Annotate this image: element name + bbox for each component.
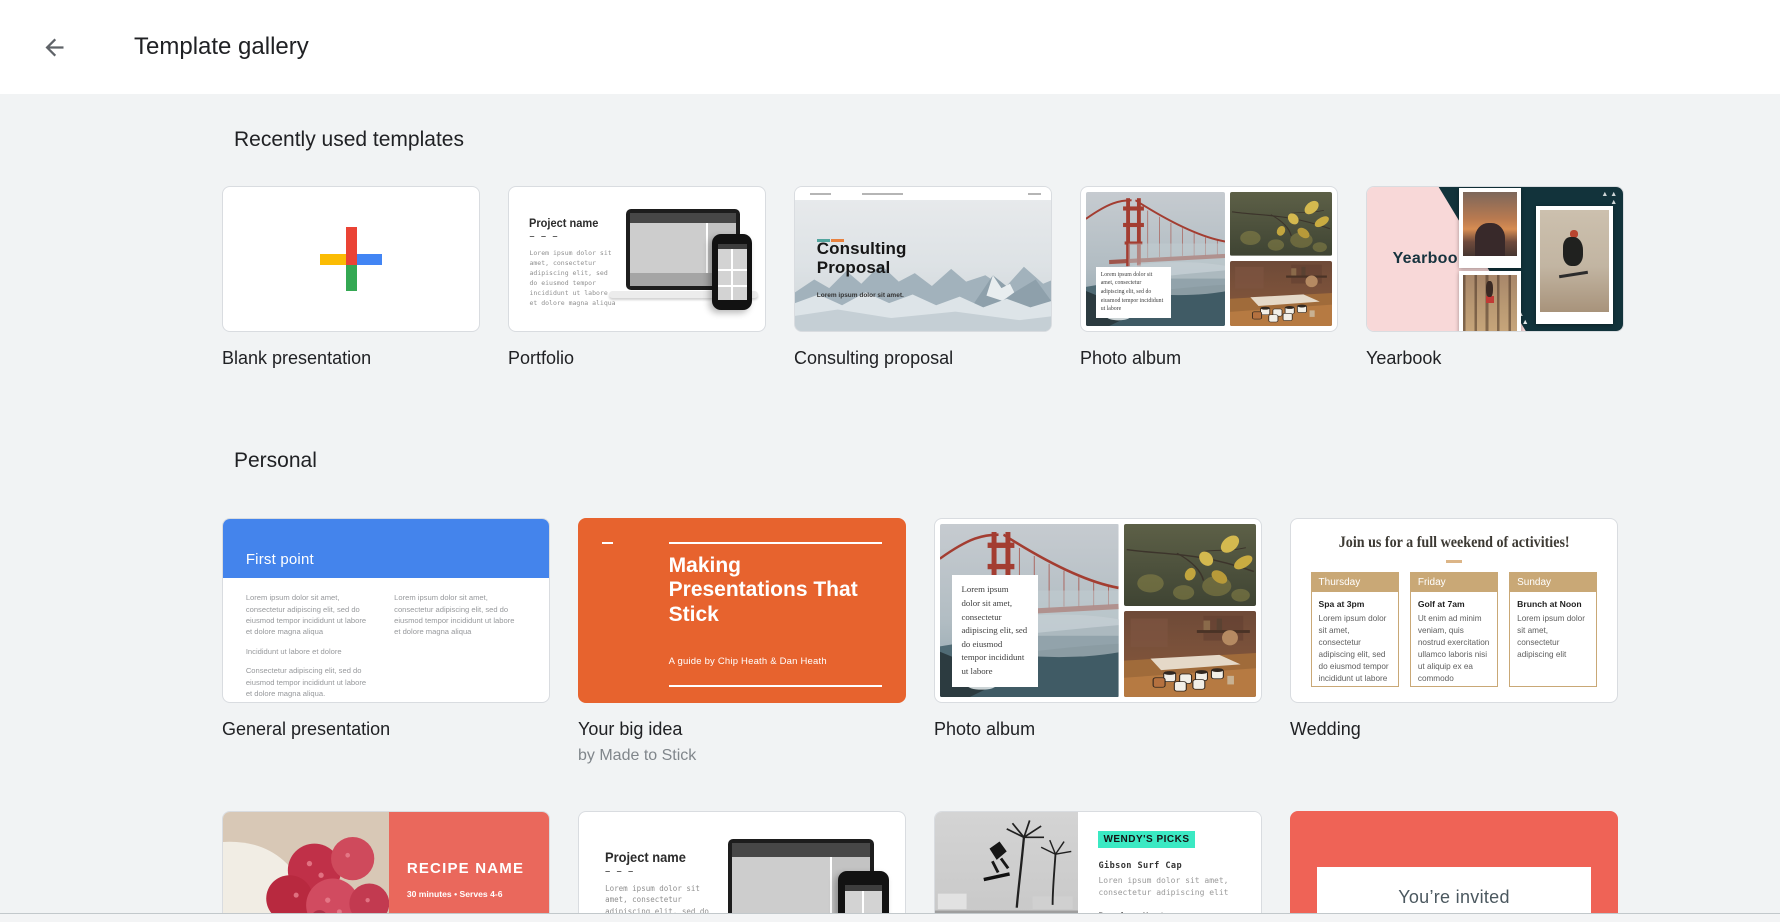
wedding-day-column: Friday Golf at 7am Ut enim ad minim veni… bbox=[1409, 572, 1499, 688]
page-title: Template gallery bbox=[134, 33, 309, 60]
template-label: Portfolio bbox=[508, 348, 575, 368]
template-item-blank-presentation: Blank presentation bbox=[222, 186, 480, 369]
template-item-portfolio-2: Project name – – – Lorem ipsum dolor sit… bbox=[578, 811, 906, 922]
template-card-portfolio-2[interactable]: Project name – – – Lorem ipsum dolor sit… bbox=[578, 811, 906, 922]
portfolio-text-block: Project name – – – Lorem ipsum dolor sit… bbox=[529, 215, 616, 308]
template-item-wedding: Join us for a full weekend of activities… bbox=[1290, 518, 1618, 765]
photo-caption: Lorem ipsum dolor sit amet, consectetur … bbox=[952, 575, 1039, 687]
template-item-photo-album-personal: Lorem ipsum dolor sit amet, consectetur … bbox=[934, 518, 1262, 765]
template-card-consulting-proposal[interactable]: Consulting Proposal Lorem ipsum dolor si… bbox=[794, 186, 1052, 332]
template-item-portfolio: Project name – – – Lorem ipsum dolor sit… bbox=[508, 186, 766, 369]
portfolio-text-block: Project name – – – Lorem ipsum dolor sit… bbox=[605, 848, 709, 922]
template-card-general-presentation[interactable]: First point Lorem ipsum dolor sit amet, … bbox=[222, 518, 550, 703]
slide-subtitle: Lorem ipsum dolor sit amet. bbox=[816, 292, 904, 300]
polaroid-photo-handstand bbox=[1459, 270, 1521, 331]
section-heading-personal: Personal bbox=[234, 449, 317, 472]
section-heading-recently-used: Recently used templates bbox=[234, 128, 464, 151]
template-item-invitation: You’re invited bbox=[1290, 811, 1618, 922]
template-card-photo-album[interactable]: Lorem ipsum dolor sit amet, consectetur … bbox=[1080, 186, 1338, 332]
slide-title: Making Presentations That Stick bbox=[668, 553, 858, 626]
template-item-yearbook: Yearbook ▲▲▲▲▲▲▲▲▲ ▲▲▲ Yearbook bbox=[1366, 186, 1624, 369]
template-label: General presentation bbox=[222, 719, 391, 739]
template-card-photo-album-personal[interactable]: Lorem ipsum dolor sit amet, consectetur … bbox=[934, 518, 1262, 703]
template-label: Consulting proposal bbox=[794, 348, 954, 368]
template-item-photo-album: Lorem ipsum dolor sit amet, consectetur … bbox=[1080, 186, 1338, 369]
wedding-day-column: Sunday Brunch at Noon Lorem ipsum dolor … bbox=[1509, 572, 1598, 688]
arrow-left-icon bbox=[41, 34, 68, 61]
cafe-photo bbox=[1229, 260, 1332, 326]
template-item-recipe: RECIPE NAME 30 minutes • Serves 4-6 Lore… bbox=[222, 811, 550, 922]
template-label: Your big idea bbox=[578, 719, 683, 739]
app-header: Template gallery bbox=[0, 0, 1780, 94]
skateboarder-photo bbox=[935, 812, 1079, 922]
slide-header-band: First point bbox=[223, 519, 549, 578]
recipe-panel: RECIPE NAME 30 minutes • Serves 4-6 Lore… bbox=[389, 812, 549, 922]
phone-illustration bbox=[712, 233, 753, 311]
template-card-recipe[interactable]: RECIPE NAME 30 minutes • Serves 4-6 Lore… bbox=[222, 811, 550, 922]
template-author: by Made to Stick bbox=[578, 747, 697, 764]
template-card-yearbook[interactable]: Yearbook ▲▲▲▲▲▲▲▲▲ ▲▲▲ bbox=[1366, 186, 1624, 332]
leaves-photo bbox=[1229, 192, 1332, 256]
template-gallery-page: Template gallery Recently used templates… bbox=[0, 0, 1780, 922]
polaroid-photo-sunset bbox=[1459, 188, 1521, 268]
back-button[interactable] bbox=[32, 25, 76, 69]
bridge-photo: Lorem ipsum dolor sit amet, consectetur … bbox=[940, 524, 1119, 697]
invitation-title: You’re invited bbox=[1398, 886, 1510, 907]
slide-text-column: Lorem ipsum dolor sit amet, consectetur … bbox=[245, 593, 367, 698]
template-card-wedding[interactable]: Join us for a full weekend of activities… bbox=[1290, 518, 1618, 703]
template-card-blank-presentation[interactable] bbox=[222, 186, 480, 332]
yearbook-title: Yearbook bbox=[1392, 250, 1468, 268]
photo-caption: Lorem ipsum dolor sit amet, consectetur … bbox=[1095, 266, 1172, 318]
template-card-portfolio[interactable]: Project name – – – Lorem ipsum dolor sit… bbox=[508, 186, 766, 332]
slide-title: Join us for a full weekend of activities… bbox=[1338, 533, 1570, 551]
slide-text-column: Lorem ipsum dolor sit amet, consectetur … bbox=[394, 593, 515, 637]
more-templates-row: RECIPE NAME 30 minutes • Serves 4-6 Lore… bbox=[222, 811, 1618, 922]
raspberries-photo bbox=[223, 812, 390, 922]
template-item-lookbook: Wendy's Picks Gibson Surf Cap Loren ipsu… bbox=[934, 811, 1262, 922]
template-item-consulting-proposal: Consulting Proposal Lorem ipsum dolor si… bbox=[794, 186, 1052, 369]
laptop-illustration bbox=[608, 208, 758, 311]
slide-subtitle: A guide by Chip Heath & Dan Heath bbox=[668, 656, 827, 668]
horizontal-scrollbar[interactable] bbox=[0, 913, 1780, 922]
template-label: Photo album bbox=[1080, 348, 1182, 368]
bridge-photo: Lorem ipsum dolor sit amet, consectetur … bbox=[1086, 192, 1225, 326]
template-label: Photo album bbox=[934, 719, 1036, 739]
polaroid-photo-skater bbox=[1535, 205, 1613, 324]
cafe-photo bbox=[1123, 611, 1256, 697]
wedding-day-column: Thursday Spa at 3pm Lorem ipsum dolor si… bbox=[1310, 572, 1399, 688]
gallery-content: Recently used templates Blank presentati… bbox=[0, 94, 1780, 922]
template-card-invitation[interactable]: You’re invited bbox=[1290, 811, 1618, 922]
slide-top-bar bbox=[795, 187, 1051, 200]
template-card-lookbook[interactable]: Wendy's Picks Gibson Surf Cap Loren ipsu… bbox=[934, 811, 1262, 922]
highlighted-title: Wendy's Picks bbox=[1098, 831, 1195, 848]
template-label: Blank presentation bbox=[222, 348, 372, 368]
template-label: Wedding bbox=[1290, 719, 1361, 739]
template-item-your-big-idea: Making Presentations That Stick A guide … bbox=[578, 518, 906, 765]
template-item-general-presentation: First point Lorem ipsum dolor sit amet, … bbox=[222, 518, 550, 765]
personal-row: First point Lorem ipsum dolor sit amet, … bbox=[222, 518, 1618, 765]
template-card-your-big-idea[interactable]: Making Presentations That Stick A guide … bbox=[578, 518, 906, 703]
template-label: Yearbook bbox=[1366, 348, 1442, 368]
slide-title: Consulting Proposal bbox=[816, 238, 907, 278]
google-plus-icon bbox=[320, 227, 382, 291]
leaves-photo bbox=[1123, 524, 1256, 607]
recently-used-row: Blank presentation Project name – – – Lo… bbox=[222, 186, 1624, 369]
picks-panel: Wendy's Picks Gibson Surf Cap Loren ipsu… bbox=[1078, 812, 1261, 922]
laptop-illustration bbox=[716, 839, 889, 922]
